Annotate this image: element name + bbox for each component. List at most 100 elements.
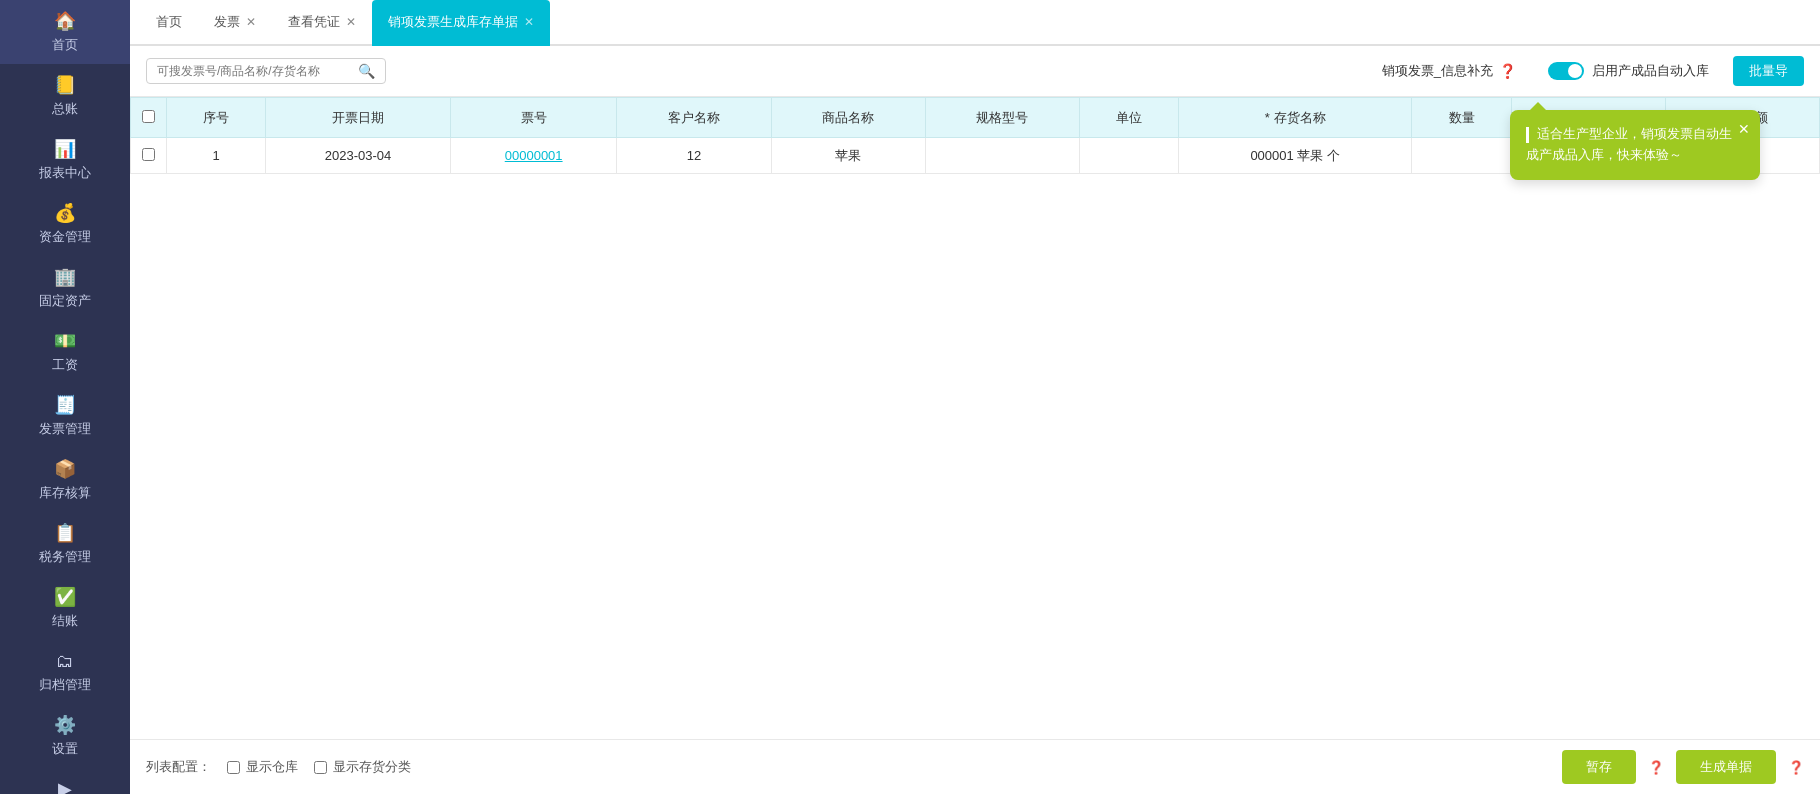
search-input[interactable] (157, 64, 352, 78)
tab-home[interactable]: 首页 (140, 0, 198, 46)
sidebar-item-guide[interactable]: ▶ 新手引导 (0, 768, 130, 794)
funds-icon: 💰 (54, 202, 76, 224)
tab-stock-doc-close[interactable]: ✕ (524, 15, 534, 29)
sidebar-item-payroll[interactable]: 💵 工资 (0, 320, 130, 384)
sidebar-item-ledger[interactable]: 📒 总账 (0, 64, 130, 128)
generate-help-icon[interactable]: ❓ (1788, 760, 1804, 775)
search-icon: 🔍 (358, 63, 375, 79)
tooltip-text: 适合生产型企业，销项发票自动生成产成品入库，快来体验～ (1526, 126, 1732, 162)
row-date: 2023-03-04 (266, 138, 451, 174)
th-spec: 规格型号 (925, 98, 1079, 138)
ledger-icon: 📒 (54, 74, 76, 96)
sidebar: 🏠 首页 📒 总账 📊 报表中心 💰 资金管理 🏢 固定资产 💵 工资 🧾 发票… (0, 0, 130, 794)
save-button[interactable]: 暂存 (1562, 750, 1636, 784)
bottom-bar: 列表配置： 显示仓库 显示存货分类 暂存 ❓ 生成单据 ❓ (130, 739, 1820, 794)
tab-voucher-close[interactable]: ✕ (346, 15, 356, 29)
sidebar-item-home[interactable]: 🏠 首页 (0, 0, 130, 64)
tab-invoice-label: 发票 (214, 13, 240, 31)
tab-invoice-close[interactable]: ✕ (246, 15, 256, 29)
list-config-label: 列表配置： (146, 758, 211, 776)
toolbar: 🔍 销项发票_信息补充 ❓ 启用产成品自动入库 批量导 (130, 46, 1820, 97)
info-help-icon[interactable]: ❓ (1499, 63, 1516, 79)
show-warehouse-checkbox[interactable] (227, 761, 240, 774)
row-product: 苹果 (771, 138, 925, 174)
sidebar-item-label: 归档管理 (39, 676, 91, 694)
toggle-label: 启用产成品自动入库 (1592, 62, 1709, 80)
tooltip-close-button[interactable]: ✕ (1738, 118, 1750, 140)
bottom-actions: 暂存 ❓ 生成单据 ❓ (1562, 750, 1804, 784)
archive-icon: 🗂 (54, 650, 76, 672)
sidebar-item-assets[interactable]: 🏢 固定资产 (0, 256, 130, 320)
row-spec (925, 138, 1079, 174)
row-inventory[interactable]: 000001 苹果 个 (1178, 138, 1412, 174)
batch-button[interactable]: 批量导 (1733, 56, 1804, 86)
sidebar-item-settings[interactable]: ⚙️ 设置 (0, 704, 130, 768)
row-ticket[interactable]: 00000001 (450, 138, 616, 174)
th-customer: 客户名称 (617, 98, 771, 138)
row-seq: 1 (167, 138, 266, 174)
sidebar-item-funds[interactable]: 💰 资金管理 (0, 192, 130, 256)
th-ticket: 票号 (450, 98, 616, 138)
home-icon: 🏠 (54, 10, 76, 32)
show-warehouse-option[interactable]: 显示仓库 (227, 758, 298, 776)
tab-invoice[interactable]: 发票 ✕ (198, 0, 272, 46)
guide-icon: ▶ (54, 778, 76, 794)
th-date: 开票日期 (266, 98, 451, 138)
sidebar-item-label: 库存核算 (39, 484, 91, 502)
sidebar-item-tax[interactable]: 📋 税务管理 (0, 512, 130, 576)
select-all-checkbox[interactable] (142, 110, 155, 123)
row-checkbox[interactable] (142, 148, 155, 161)
sidebar-item-label: 首页 (52, 36, 78, 54)
sidebar-item-inventory[interactable]: 📦 库存核算 (0, 448, 130, 512)
show-category-option[interactable]: 显示存货分类 (314, 758, 411, 776)
search-box[interactable]: 🔍 (146, 58, 386, 84)
info-label-text: 销项发票_信息补充 (1382, 62, 1493, 80)
tax-icon: 📋 (54, 522, 76, 544)
close-icon: ✅ (54, 586, 76, 608)
sidebar-item-label: 税务管理 (39, 548, 91, 566)
main-area: 首页 发票 ✕ 查看凭证 ✕ 销项发票生成库存单据 ✕ 🔍 销项发票_信息补充 … (130, 0, 1820, 794)
save-help-icon[interactable]: ❓ (1648, 760, 1664, 775)
tab-voucher[interactable]: 查看凭证 ✕ (272, 0, 372, 46)
page-content: 🔍 销项发票_信息补充 ❓ 启用产成品自动入库 批量导 (130, 46, 1820, 794)
row-unit (1079, 138, 1178, 174)
sidebar-item-reports[interactable]: 📊 报表中心 (0, 128, 130, 192)
sidebar-item-close[interactable]: ✅ 结账 (0, 576, 130, 640)
sidebar-item-archive[interactable]: 🗂 归档管理 (0, 640, 130, 704)
show-category-checkbox[interactable] (314, 761, 327, 774)
row-qty (1412, 138, 1511, 174)
inventory-icon: 📦 (54, 458, 76, 480)
th-qty: 数量 (1412, 98, 1511, 138)
assets-icon: 🏢 (54, 266, 76, 288)
tooltip-popup: ✕ 适合生产型企业，销项发票自动生成产成品入库，快来体验～ (1510, 110, 1760, 180)
settings-icon: ⚙️ (54, 714, 76, 736)
th-product: 商品名称 (771, 98, 925, 138)
info-label: 销项发票_信息补充 ❓ (1382, 62, 1516, 80)
tooltip-pipe (1526, 127, 1529, 143)
tab-stock-doc[interactable]: 销项发票生成库存单据 ✕ (372, 0, 550, 46)
tab-stock-doc-label: 销项发票生成库存单据 (388, 13, 518, 31)
show-warehouse-label: 显示仓库 (246, 758, 298, 776)
th-seq: 序号 (167, 98, 266, 138)
th-select-all[interactable] (131, 98, 167, 138)
tab-voucher-label: 查看凭证 (288, 13, 340, 31)
generate-button[interactable]: 生成单据 (1676, 750, 1776, 784)
row-select[interactable] (131, 138, 167, 174)
sidebar-item-label: 工资 (52, 356, 78, 374)
toggle-section: 启用产成品自动入库 (1548, 62, 1709, 80)
sidebar-item-label: 报表中心 (39, 164, 91, 182)
sidebar-item-label: 发票管理 (39, 420, 91, 438)
reports-icon: 📊 (54, 138, 76, 160)
show-category-label: 显示存货分类 (333, 758, 411, 776)
tab-bar: 首页 发票 ✕ 查看凭证 ✕ 销项发票生成库存单据 ✕ (130, 0, 1820, 46)
sidebar-item-label: 总账 (52, 100, 78, 118)
tab-home-label: 首页 (156, 13, 182, 31)
invoice-icon: 🧾 (54, 394, 76, 416)
sidebar-item-label: 固定资产 (39, 292, 91, 310)
auto-warehouse-toggle[interactable] (1548, 62, 1584, 80)
sidebar-item-label: 结账 (52, 612, 78, 630)
sidebar-item-invoice[interactable]: 🧾 发票管理 (0, 384, 130, 448)
row-customer: 12 (617, 138, 771, 174)
sidebar-item-label: 设置 (52, 740, 78, 758)
payroll-icon: 💵 (54, 330, 76, 352)
